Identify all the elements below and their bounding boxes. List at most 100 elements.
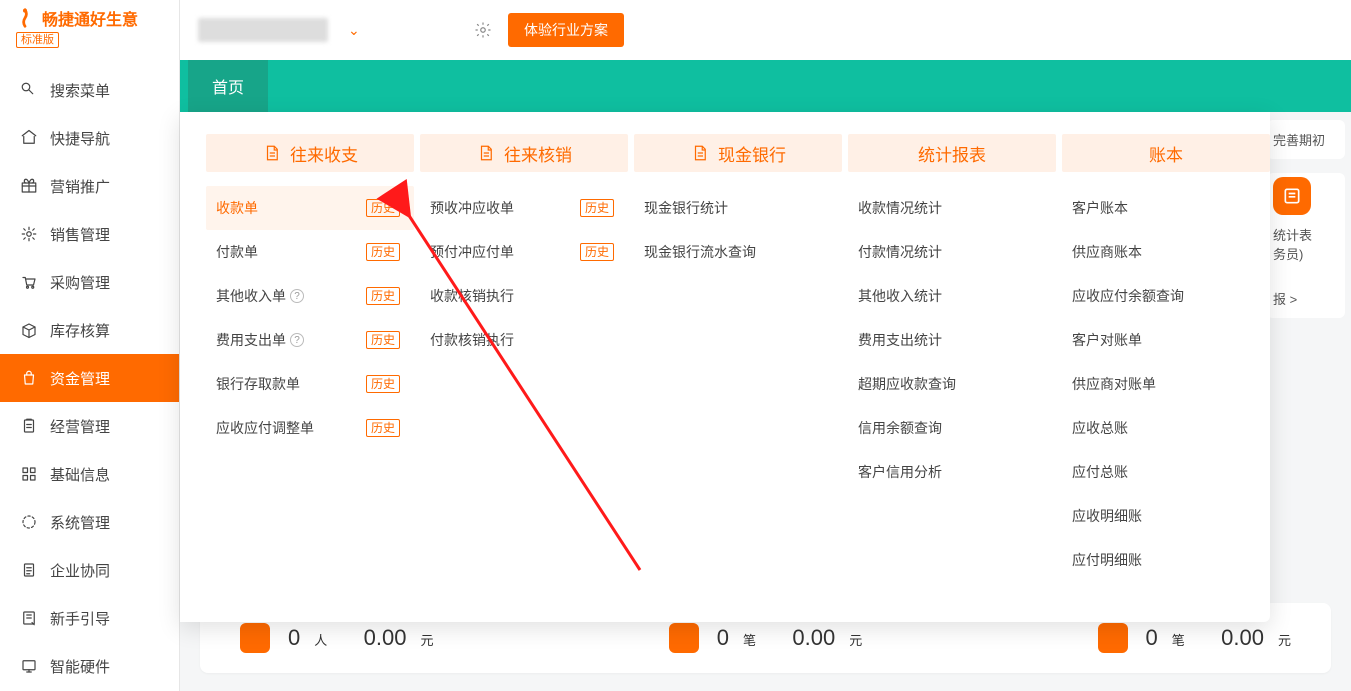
stat-2: 0笔 0.00元: [669, 623, 862, 653]
sidebar-item-9[interactable]: 系统管理: [0, 498, 179, 546]
flyout-column-1: 往来核销预收冲应收单历史预付冲应付单历史收款核销执行付款核销执行: [420, 134, 628, 582]
history-badge[interactable]: 历史: [366, 287, 400, 305]
menu-item-label: 付款核销执行: [430, 330, 514, 350]
menu-item-label: 收款核销执行: [430, 286, 514, 306]
menu-item-2-1[interactable]: 现金银行流水查询: [634, 230, 842, 274]
org-selector[interactable]: ⌄: [198, 18, 458, 42]
stat-count: 0: [1146, 625, 1158, 651]
grid-icon: [20, 465, 38, 483]
sidebar-item-2[interactable]: 营销推广: [0, 162, 179, 210]
menu-item-4-5[interactable]: 应收总账: [1062, 406, 1270, 450]
history-badge[interactable]: 历史: [366, 199, 400, 217]
menu-item-3-3[interactable]: 费用支出统计: [848, 318, 1056, 362]
menu-item-label: 应收明细账: [1072, 506, 1142, 526]
menu-item-0-4[interactable]: 银行存取款单 历史: [206, 362, 414, 406]
menu-item-0-5[interactable]: 应收应付调整单历史: [206, 406, 414, 450]
menu-item-0-3[interactable]: 费用支出单? 历史: [206, 318, 414, 362]
menu-item-4-4[interactable]: 供应商对账单: [1062, 362, 1270, 406]
menu-item-label: 其他收入单?: [216, 286, 304, 306]
sidebar-item-label: 采购管理: [50, 272, 110, 293]
sidebar-nav: 搜索菜单快捷导航营销推广销售管理采购管理库存核算资金管理经营管理基础信息系统管理…: [0, 60, 179, 690]
tab-home[interactable]: 首页: [188, 60, 268, 112]
menu-item-3-5[interactable]: 信用余额查询: [848, 406, 1056, 450]
menu-item-4-7[interactable]: 应收明细账: [1062, 494, 1270, 538]
menu-item-3-1[interactable]: 付款情况统计: [848, 230, 1056, 274]
menu-item-4-8[interactable]: 应付明细账: [1062, 538, 1270, 582]
menu-item-label: 超期应收款查询: [858, 374, 956, 394]
history-badge[interactable]: 历史: [366, 243, 400, 261]
menu-item-label: 其他收入统计: [858, 286, 942, 306]
menu-item-label: 费用支出单?: [216, 330, 304, 350]
menu-item-label: 预付冲应付单: [430, 242, 514, 262]
brand-name: 畅捷通好生意: [42, 6, 138, 30]
menu-item-3-4[interactable]: 超期应收款查询: [848, 362, 1056, 406]
sidebar: 畅捷通好生意 标准版 搜索菜单快捷导航营销推广销售管理采购管理库存核算资金管理经…: [0, 0, 180, 691]
stat-amount: 0.00: [792, 625, 835, 651]
menu-item-3-6[interactable]: 客户信用分析: [848, 450, 1056, 494]
menu-item-3-0[interactable]: 收款情况统计: [848, 186, 1056, 230]
history-badge[interactable]: 历史: [366, 331, 400, 349]
menu-item-4-6[interactable]: 应付总账: [1062, 450, 1270, 494]
history-badge[interactable]: 历史: [366, 419, 400, 437]
sidebar-item-7[interactable]: 经营管理: [0, 402, 179, 450]
menu-item-label: 银行存取款单: [216, 374, 300, 394]
menu-item-1-2[interactable]: 收款核销执行: [420, 274, 628, 318]
sidebar-item-10[interactable]: 企业协同: [0, 546, 179, 594]
cta-button[interactable]: 体验行业方案: [508, 13, 624, 47]
brand-logo-icon: [14, 7, 36, 29]
sidebar-item-label: 企业协同: [50, 560, 110, 581]
peek-text-2a: 统计表: [1273, 225, 1339, 244]
menu-item-label: 应收应付余额查询: [1072, 286, 1184, 306]
cart-icon: [20, 273, 38, 291]
flyout-column-header: 往来收支: [206, 134, 414, 172]
history-badge[interactable]: 历史: [580, 243, 614, 261]
sidebar-item-1[interactable]: 快捷导航: [0, 114, 179, 162]
stat-currency: 元: [420, 630, 433, 649]
flyout-column-header: 账本: [1062, 134, 1270, 172]
settings-icon[interactable]: [470, 17, 496, 43]
bag-icon: [20, 369, 38, 387]
sidebar-item-0[interactable]: 搜索菜单: [0, 66, 179, 114]
menu-item-label: 信用余额查询: [858, 418, 942, 438]
menu-item-3-2[interactable]: 其他收入统计: [848, 274, 1056, 318]
menu-item-0-0[interactable]: 收款单 历史: [206, 186, 414, 230]
menu-item-label: 客户账本: [1072, 198, 1128, 218]
history-badge[interactable]: 历史: [366, 375, 400, 393]
menu-item-label: 收款情况统计: [858, 198, 942, 218]
menu-item-0-2[interactable]: 其他收入单? 历史: [206, 274, 414, 318]
menu-item-0-1[interactable]: 付款单历史: [206, 230, 414, 274]
guide-icon: [20, 609, 38, 627]
stat-unit: 人: [314, 630, 327, 649]
sidebar-item-label: 营销推广: [50, 176, 110, 197]
peek-text-2b: 务员): [1273, 244, 1339, 263]
sidebar-item-6[interactable]: 资金管理: [0, 354, 179, 402]
sidebar-item-8[interactable]: 基础信息: [0, 450, 179, 498]
chevron-down-icon: ⌄: [348, 22, 360, 39]
menu-item-4-2[interactable]: 应收应付余额查询: [1062, 274, 1270, 318]
flyout-column-2: 现金银行现金银行统计现金银行流水查询: [634, 134, 842, 582]
sidebar-item-12[interactable]: 智能硬件: [0, 642, 179, 690]
sidebar-item-3[interactable]: 销售管理: [0, 210, 179, 258]
sidebar-item-5[interactable]: 库存核算: [0, 306, 179, 354]
gear-icon: [20, 225, 38, 243]
sidebar-item-4[interactable]: 采购管理: [0, 258, 179, 306]
menu-item-4-0[interactable]: 客户账本: [1062, 186, 1270, 230]
history-badge[interactable]: 历史: [580, 199, 614, 217]
menu-item-2-0[interactable]: 现金银行统计: [634, 186, 842, 230]
sidebar-item-label: 资金管理: [50, 368, 110, 389]
sidebar-item-11[interactable]: 新手引导: [0, 594, 179, 642]
menu-item-1-1[interactable]: 预付冲应付单 历史: [420, 230, 628, 274]
stat-1: 0人 0.00元: [240, 623, 433, 653]
stat-amount: 0.00: [1221, 625, 1264, 651]
menu-item-1-3[interactable]: 付款核销执行: [420, 318, 628, 362]
menu-item-1-0[interactable]: 预收冲应收单历史: [420, 186, 628, 230]
menu-item-4-3[interactable]: 客户对账单: [1062, 318, 1270, 362]
menu-item-label: 客户对账单: [1072, 330, 1142, 350]
menu-item-label: 供应商账本: [1072, 242, 1142, 262]
menu-item-label: 应收总账: [1072, 418, 1128, 438]
menu-item-label: 收款单: [216, 198, 258, 218]
clip2-icon: [20, 561, 38, 579]
flyout-column-header: 现金银行: [634, 134, 842, 172]
menu-item-label: 应付总账: [1072, 462, 1128, 482]
menu-item-4-1[interactable]: 供应商账本: [1062, 230, 1270, 274]
